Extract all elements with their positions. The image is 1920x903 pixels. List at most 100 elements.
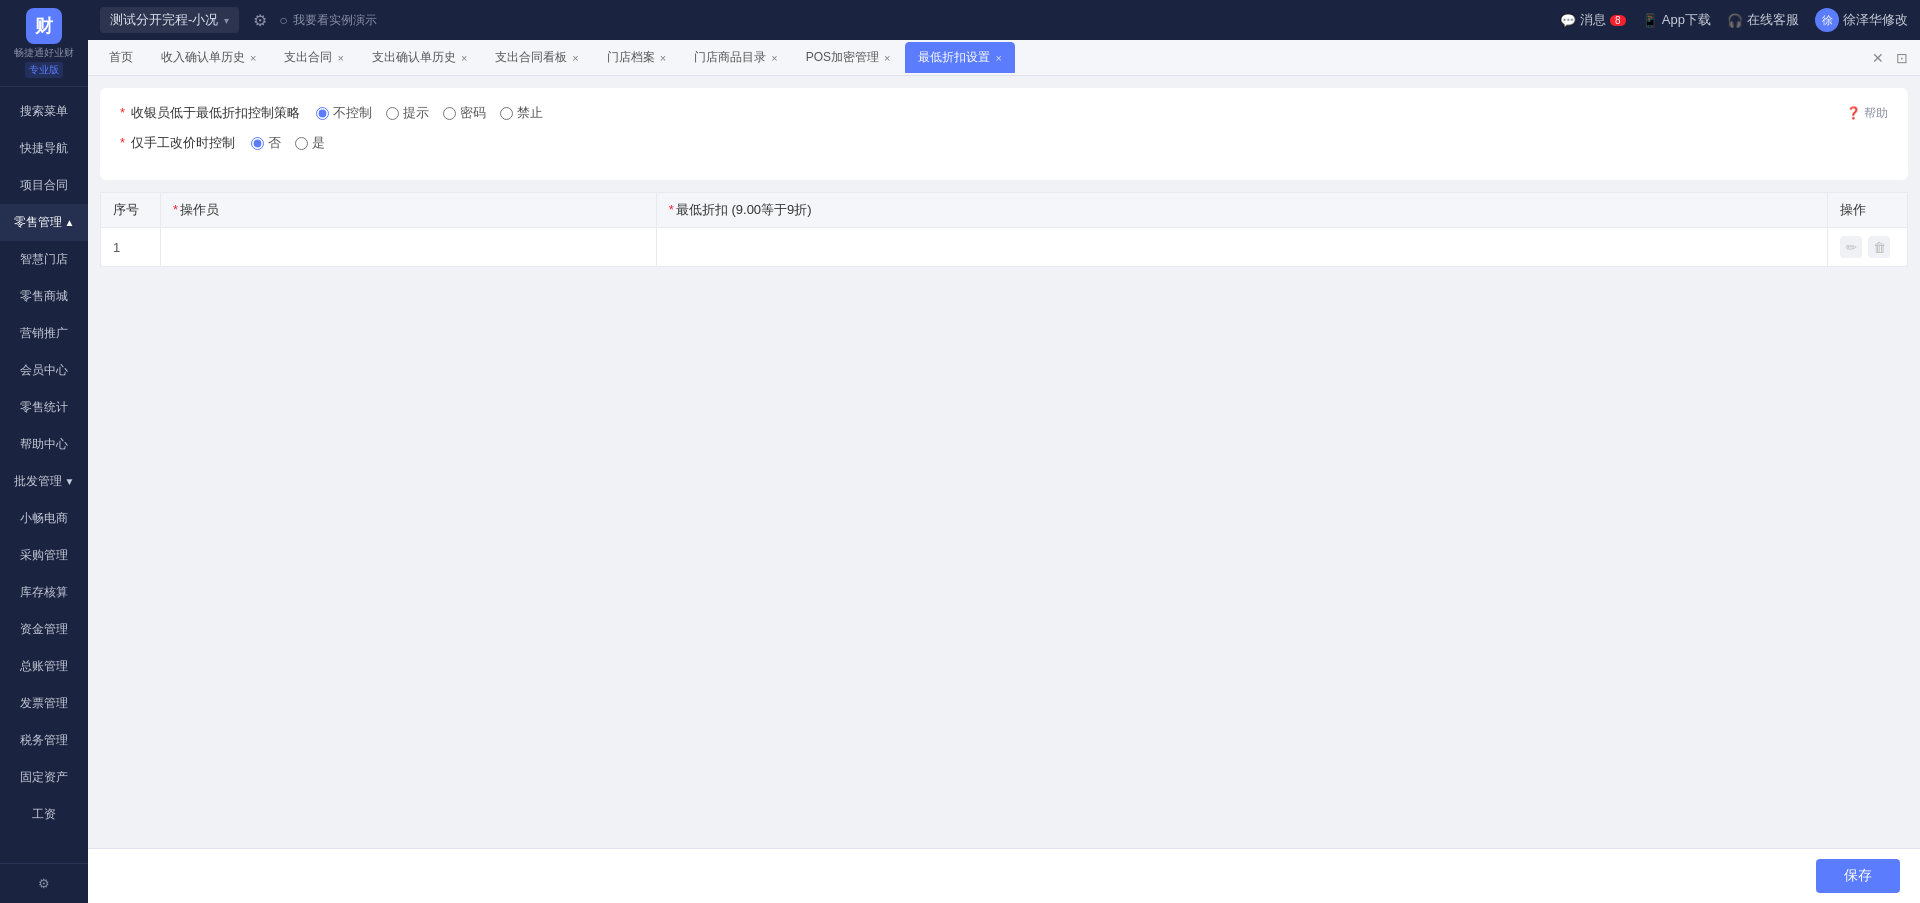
- app-version: 专业版: [25, 62, 63, 78]
- manual-price-row: * 仅手工改价时控制 否是: [120, 134, 1888, 152]
- sidebar-nav: 搜索菜单快捷导航项目合同零售管理▲智慧门店零售商城营销推广会员中心零售统计帮助中…: [0, 87, 88, 863]
- tabs-actions: ✕ ⊡: [1868, 48, 1912, 68]
- sidebar-item-help-center[interactable]: 帮助中心: [0, 426, 88, 463]
- app-download-item[interactable]: 📱 App下载: [1642, 11, 1711, 29]
- app-download-icon: 📱: [1642, 13, 1658, 28]
- header-right: 💬 消息 8 📱 App下载 🎧 在线客服 徐 徐泽华修改: [1560, 8, 1908, 32]
- help-text: 帮助: [1864, 105, 1888, 122]
- action-icons: ✏🗑: [1840, 236, 1895, 258]
- tab-label: 门店商品目录: [694, 49, 766, 66]
- required-col-star: *: [669, 202, 674, 217]
- user-avatar: 徐: [1815, 8, 1839, 32]
- radio-manual-input-no[interactable]: [251, 137, 264, 150]
- sidebar-item-smart-store[interactable]: 智慧门店: [0, 241, 88, 278]
- message-label: 消息: [1580, 11, 1606, 29]
- sidebar-item-purchase[interactable]: 采购管理: [0, 537, 88, 574]
- tab-payment-confirm[interactable]: 支出确认单历史 ×: [359, 42, 480, 73]
- radio-manual-item-no[interactable]: 否: [251, 134, 281, 152]
- radio-input-password[interactable]: [443, 107, 456, 120]
- control-strategy-radio-group: 不控制提示密码禁止: [316, 104, 543, 122]
- sidebar-item-member-center[interactable]: 会员中心: [0, 352, 88, 389]
- sidebar-logo: 财 畅捷通好业财 专业版: [0, 0, 88, 87]
- tab-store-goods[interactable]: 门店商品目录 ×: [681, 42, 790, 73]
- help-icon: ❓: [1846, 106, 1861, 120]
- tab-close-icon[interactable]: ×: [771, 52, 777, 64]
- radio-manual-label-yes: 是: [312, 134, 325, 152]
- save-button[interactable]: 保存: [1816, 859, 1900, 893]
- sidebar-item-search[interactable]: 搜索菜单: [0, 93, 88, 130]
- discount-table: 序号*操作员*最低折扣 (9.00等于9折)操作 1✏🗑: [100, 192, 1908, 267]
- tab-payment-contract[interactable]: 支出合同 ×: [271, 42, 356, 73]
- col-header-label-seq: 序号: [113, 202, 139, 217]
- cell-operator: [161, 228, 657, 267]
- project-arrow: ▾: [224, 15, 229, 26]
- col-header-operator: *操作员: [161, 193, 657, 228]
- table-row: 1 ✏🗑: [101, 228, 1908, 267]
- sidebar-item-label: 工资: [32, 806, 56, 823]
- sidebar-settings[interactable]: ⚙: [0, 863, 88, 903]
- radio-item-password[interactable]: 密码: [443, 104, 486, 122]
- demo-link[interactable]: ○ 我要看实例演示: [279, 12, 376, 29]
- close-tab-button[interactable]: ✕: [1868, 48, 1888, 68]
- tab-close-icon[interactable]: ×: [572, 52, 578, 64]
- radio-manual-label-no: 否: [268, 134, 281, 152]
- edit-icon: ✏: [1840, 236, 1862, 258]
- tab-min-discount[interactable]: 最低折扣设置×: [905, 42, 1014, 73]
- sidebar-item-salary[interactable]: 工资: [0, 796, 88, 833]
- message-item[interactable]: 💬 消息 8: [1560, 11, 1626, 29]
- customer-service-icon: 🎧: [1727, 13, 1743, 28]
- tab-close-icon[interactable]: ×: [337, 52, 343, 64]
- customer-service-item[interactable]: 🎧 在线客服: [1727, 11, 1799, 29]
- radio-item-no_control[interactable]: 不控制: [316, 104, 372, 122]
- tab-payment-board[interactable]: 支出合同看板×: [482, 42, 591, 73]
- tab-close-icon[interactable]: ×: [660, 52, 666, 64]
- sidebar-item-fixed-assets[interactable]: 固定资产: [0, 759, 88, 796]
- tab-store-file[interactable]: 门店档案×: [594, 42, 679, 73]
- sidebar-item-accounting[interactable]: 总账管理: [0, 648, 88, 685]
- demo-icon: ○: [279, 12, 287, 28]
- tab-income-confirm[interactable]: 收入确认单历史×: [148, 42, 269, 73]
- content-area: * 收银员低于最低折扣控制策略 不控制提示密码禁止 ❓ 帮助 * 仅手工改价时控…: [88, 76, 1920, 848]
- project-selector[interactable]: 测试分开完程-小况 ▾: [100, 7, 239, 33]
- sidebar-item-label: 总账管理: [20, 658, 68, 675]
- tab-close-icon[interactable]: ×: [250, 52, 256, 64]
- radio-manual-item-yes[interactable]: 是: [295, 134, 325, 152]
- sidebar-item-retail-manage[interactable]: 零售管理▲: [0, 204, 88, 241]
- radio-input-no_control[interactable]: [316, 107, 329, 120]
- radio-manual-input-yes[interactable]: [295, 137, 308, 150]
- sidebar-item-invoice[interactable]: 发票管理: [0, 685, 88, 722]
- sidebar-item-quick-nav[interactable]: 快捷导航: [0, 130, 88, 167]
- tab-label: 支出合同: [284, 49, 332, 66]
- settings-gear-icon[interactable]: ⚙: [253, 11, 267, 30]
- sidebar-item-label: 固定资产: [20, 769, 68, 786]
- sidebar-item-tax[interactable]: 税务管理: [0, 722, 88, 759]
- user-profile[interactable]: 徐 徐泽华修改: [1815, 8, 1908, 32]
- table-header-row: 序号*操作员*最低折扣 (9.00等于9折)操作: [101, 193, 1908, 228]
- sidebar-item-project-contract[interactable]: 项目合同: [0, 167, 88, 204]
- sidebar-item-retail-stats[interactable]: 零售统计: [0, 389, 88, 426]
- sidebar-item-label: 采购管理: [20, 547, 68, 564]
- table-card: 序号*操作员*最低折扣 (9.00等于9折)操作 1✏🗑: [100, 192, 1908, 267]
- radio-item-forbid[interactable]: 禁止: [500, 104, 543, 122]
- customer-service-label: 在线客服: [1747, 11, 1799, 29]
- tab-label: 支出确认单历史: [372, 49, 456, 66]
- radio-input-prompt[interactable]: [386, 107, 399, 120]
- sidebar-item-retail-mall[interactable]: 零售商城: [0, 278, 88, 315]
- radio-input-forbid[interactable]: [500, 107, 513, 120]
- manual-price-radio-group: 否是: [251, 134, 325, 152]
- sidebar-item-ecommerce[interactable]: 小畅电商: [0, 500, 88, 537]
- cell-seq: 1: [101, 228, 161, 267]
- tab-close-icon[interactable]: ×: [995, 52, 1001, 64]
- sidebar-item-label: 帮助中心: [20, 436, 68, 453]
- tab-pos-encrypt[interactable]: POS加密管理×: [793, 42, 904, 73]
- tab-close-icon[interactable]: ×: [884, 52, 890, 64]
- help-link[interactable]: ❓ 帮助: [1846, 105, 1888, 122]
- tab-home[interactable]: 首页: [96, 42, 146, 73]
- sidebar-item-inventory[interactable]: 库存核算: [0, 574, 88, 611]
- tab-close-icon[interactable]: ×: [461, 52, 467, 64]
- sidebar-item-wholesale[interactable]: 批发管理▼: [0, 463, 88, 500]
- sidebar-item-marketing[interactable]: 营销推广: [0, 315, 88, 352]
- radio-item-prompt[interactable]: 提示: [386, 104, 429, 122]
- sidebar-item-finance[interactable]: 资金管理: [0, 611, 88, 648]
- expand-tabs-button[interactable]: ⊡: [1892, 48, 1912, 68]
